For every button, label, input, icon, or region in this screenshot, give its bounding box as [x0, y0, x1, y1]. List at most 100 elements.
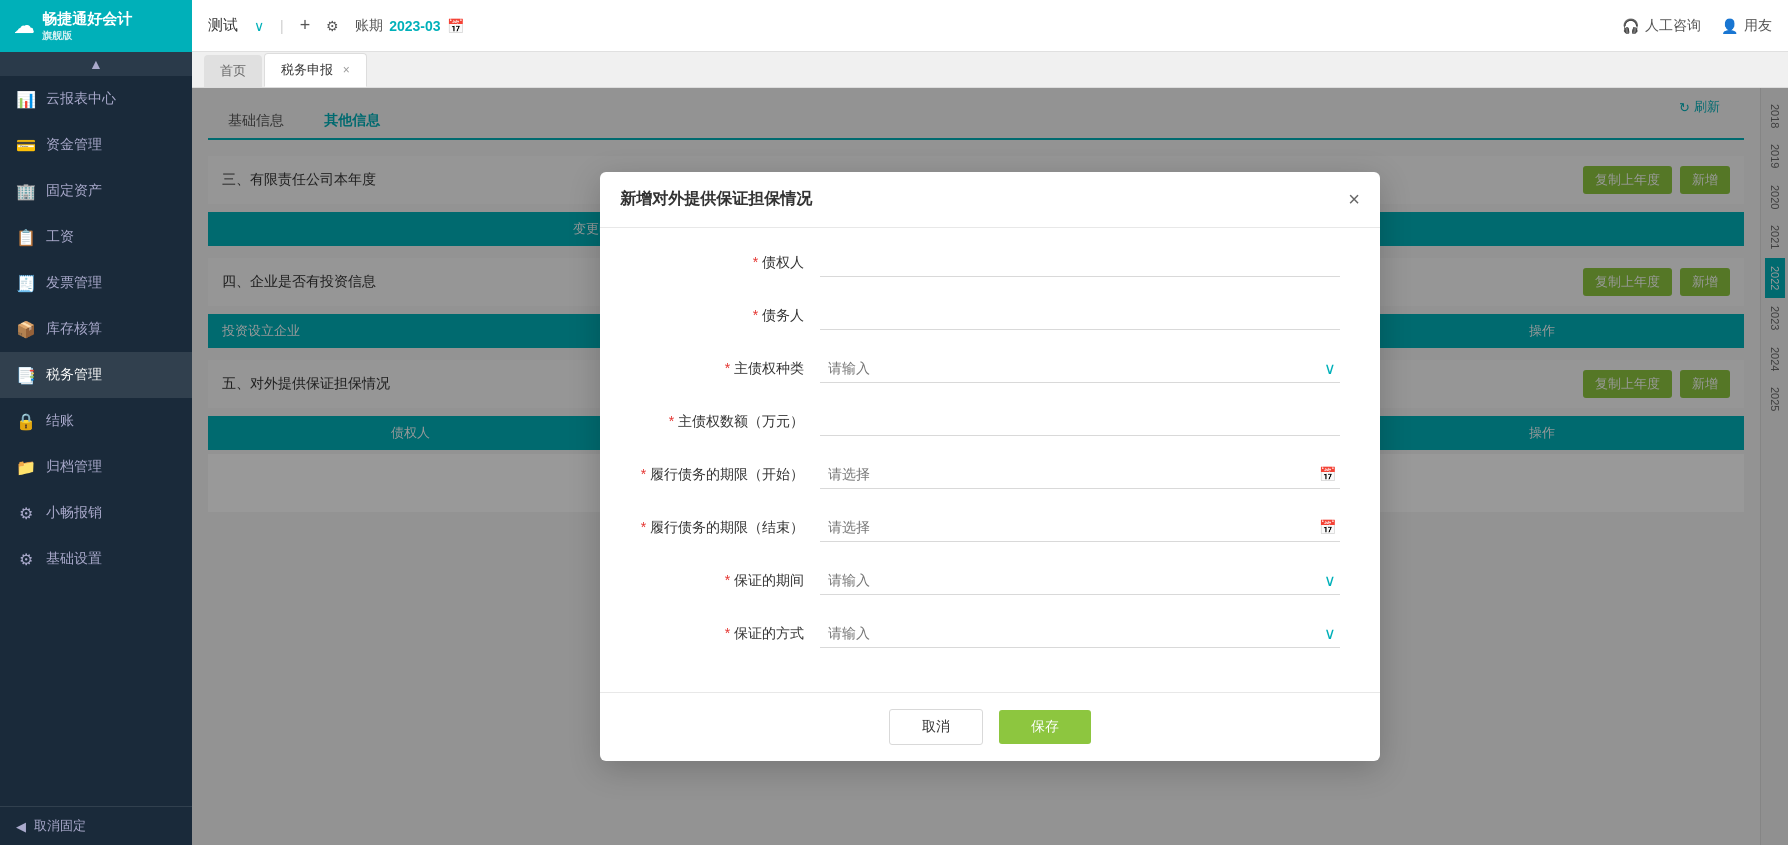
claim-type-chevron-down-icon[interactable]: ∨ [1324, 359, 1340, 378]
guarantee-period-required: * [725, 572, 730, 588]
add-icon[interactable]: + [300, 15, 311, 36]
logo-icon: ☁ [14, 14, 34, 38]
sidebar-item-invoice-mgmt[interactable]: 🧾 发票管理 [0, 260, 192, 306]
gear-icon[interactable]: ⚙ [326, 18, 339, 34]
period-label: 账期 [355, 17, 383, 35]
modal-dialog: 新增对外提供保证担保情况 × * 债权人 [600, 172, 1380, 761]
guarantee-method-required: * [725, 625, 730, 641]
tab-home[interactable]: 首页 [204, 55, 262, 87]
calendar-icon[interactable]: 📅 [447, 18, 464, 34]
modal-title: 新增对外提供保证担保情况 [620, 189, 812, 210]
form-row-guarantee-method: * 保证的方式 ∨ [640, 619, 1340, 648]
sidebar-bottom-action[interactable]: ◀ 取消固定 [0, 806, 192, 845]
debtor-input[interactable] [820, 301, 1340, 330]
debtor-label-text: 债务人 [762, 307, 804, 323]
creditor-required: * [753, 254, 758, 270]
main-area: 测试 ∨ | + ⚙ 账期 2023-03 📅 🎧 人工咨询 👤 用友 [192, 0, 1788, 845]
sidebar-item-fixed-assets[interactable]: 🏢 固定资产 [0, 168, 192, 214]
sidebar-item-closing[interactable]: 🔒 结账 [0, 398, 192, 444]
sidebar: ☁ 畅捷通好会计 旗舰版 ▲ 📊 云报表中心 💳 资金管理 🏢 固定资产 📋 [0, 0, 192, 845]
sidebar-item-tax-mgmt[interactable]: 📑 税务管理 [0, 352, 192, 398]
invoice-icon: 🧾 [16, 273, 36, 293]
guarantee-period-select-wrapper: ∨ [820, 566, 1340, 595]
support-label: 人工咨询 [1645, 17, 1701, 35]
period-start-calendar-icon[interactable]: 📅 [1319, 466, 1340, 482]
claim-type-input[interactable] [820, 354, 1324, 382]
guarantee-period-label: * 保证的期间 [640, 572, 820, 590]
sidebar-item-payroll[interactable]: 📋 工资 [0, 214, 192, 260]
sidebar-item-label: 固定资产 [46, 182, 102, 200]
period-start-label: * 履行债务的期限（开始） [640, 466, 820, 484]
guarantee-method-label: * 保证的方式 [640, 625, 820, 643]
sidebar-item-cloud-reports[interactable]: 📊 云报表中心 [0, 76, 192, 122]
xiaochang-icon: ⚙ [16, 503, 36, 523]
guarantee-method-input[interactable] [820, 619, 1324, 647]
period-start-date-wrapper: 📅 [820, 460, 1340, 489]
period-end-label-text: 履行债务的期限（结束） [650, 519, 804, 535]
payroll-icon: 📋 [16, 227, 36, 247]
closing-icon: 🔒 [16, 411, 36, 431]
chevron-down-icon[interactable]: ∨ [254, 18, 264, 34]
app-name: 畅捷通好会计 [42, 10, 132, 29]
sidebar-item-label: 库存核算 [46, 320, 102, 338]
sidebar-item-label: 云报表中心 [46, 90, 116, 108]
topbar-divider: | [280, 18, 284, 34]
guarantee-period-input[interactable] [820, 566, 1324, 594]
company-name: 测试 [208, 16, 238, 35]
tab-tax-report-label: 税务申报 [281, 62, 333, 77]
topbar-right: 🎧 人工咨询 👤 用友 [1622, 17, 1772, 35]
modal-header: 新增对外提供保证担保情况 × [600, 172, 1380, 228]
save-button[interactable]: 保存 [999, 710, 1091, 744]
period-start-input[interactable] [820, 460, 1319, 488]
modal-close-btn[interactable]: × [1348, 188, 1360, 211]
sidebar-item-label: 税务管理 [46, 366, 102, 384]
topbar: 测试 ∨ | + ⚙ 账期 2023-03 📅 🎧 人工咨询 👤 用友 [192, 0, 1788, 52]
creditor-input[interactable] [820, 248, 1340, 277]
sidebar-item-label: 小畅报销 [46, 504, 102, 522]
period-end-date-wrapper: 📅 [820, 513, 1340, 542]
claim-amount-input[interactable] [820, 407, 1340, 436]
topbar-period: 账期 2023-03 📅 [355, 17, 463, 35]
period-end-input[interactable] [820, 513, 1319, 541]
sidebar-item-inventory[interactable]: 📦 库存核算 [0, 306, 192, 352]
user-btn[interactable]: 👤 用友 [1721, 17, 1772, 35]
tab-tax-report-close[interactable]: × [343, 63, 350, 77]
guarantee-period-label-text: 保证的期间 [734, 572, 804, 588]
claim-amount-required: * [669, 413, 674, 429]
fixed-assets-icon: 🏢 [16, 181, 36, 201]
creditor-label: * 债权人 [640, 254, 820, 272]
sidebar-item-label: 工资 [46, 228, 74, 246]
support-btn[interactable]: 🎧 人工咨询 [1622, 17, 1701, 35]
user-label: 用友 [1744, 17, 1772, 35]
modal-overlay: 新增对外提供保证担保情况 × * 债权人 [192, 88, 1788, 845]
sidebar-item-label: 资金管理 [46, 136, 102, 154]
modal-body[interactable]: * 债权人 * 债务人 [600, 228, 1380, 692]
guarantee-period-chevron-down-icon[interactable]: ∨ [1324, 571, 1340, 590]
period-end-calendar-icon[interactable]: 📅 [1319, 519, 1340, 535]
user-icon: 👤 [1721, 18, 1738, 34]
claim-type-required: * [725, 360, 730, 376]
sidebar-back-icon: ◀ [16, 819, 26, 834]
sidebar-scroll-up[interactable]: ▲ [0, 52, 192, 76]
sidebar-logo: ☁ 畅捷通好会计 旗舰版 [0, 0, 192, 52]
form-row-creditor: * 债权人 [640, 248, 1340, 277]
fund-mgmt-icon: 💳 [16, 135, 36, 155]
cancel-button[interactable]: 取消 [889, 709, 983, 745]
claim-amount-label-text: 主债权数额（万元） [678, 413, 804, 429]
guarantee-method-label-text: 保证的方式 [734, 625, 804, 641]
sidebar-item-label: 归档管理 [46, 458, 102, 476]
modal-footer: 取消 保存 [600, 692, 1380, 761]
sidebar-item-basic-settings[interactable]: ⚙ 基础设置 [0, 536, 192, 582]
content-area: ↻ 刷新 基础信息 其他信息 三、有限责任公司本年度 复制上年度 [192, 88, 1788, 845]
claim-type-label-text: 主债权种类 [734, 360, 804, 376]
tab-home-label: 首页 [220, 63, 246, 78]
claim-type-label: * 主债权种类 [640, 360, 820, 378]
headset-icon: 🎧 [1622, 18, 1639, 34]
guarantee-method-chevron-down-icon[interactable]: ∨ [1324, 624, 1340, 643]
sidebar-item-archive-mgmt[interactable]: 📁 归档管理 [0, 444, 192, 490]
sidebar-item-xiaochang-reports[interactable]: ⚙ 小畅报销 [0, 490, 192, 536]
form-row-period-end: * 履行债务的期限（结束） 📅 [640, 513, 1340, 542]
sidebar-item-fund-mgmt[interactable]: 💳 资金管理 [0, 122, 192, 168]
tab-tax-report[interactable]: 税务申报 × [264, 53, 367, 87]
basic-settings-icon: ⚙ [16, 549, 36, 569]
